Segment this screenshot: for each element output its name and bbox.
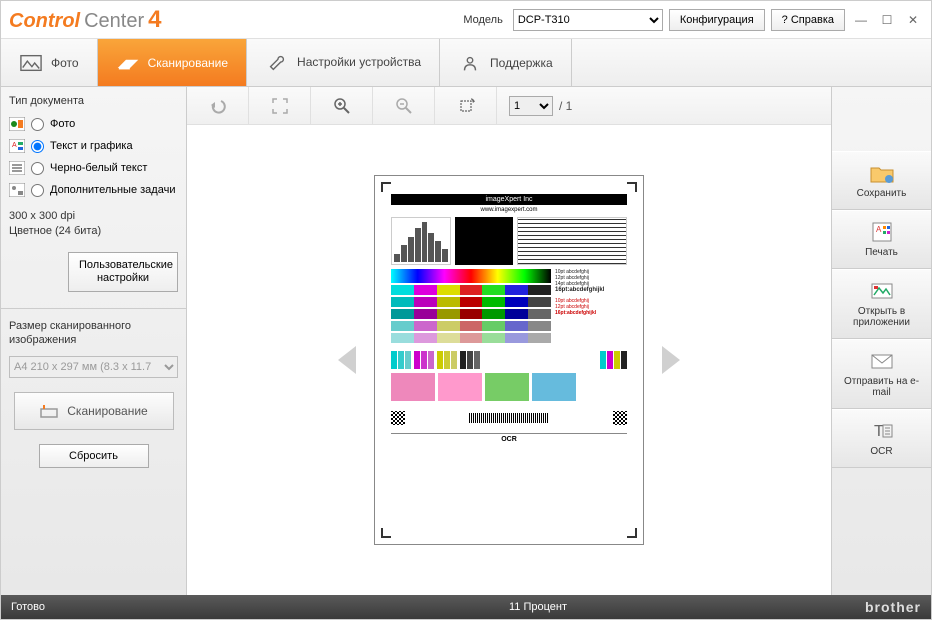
- line-pattern: [517, 217, 627, 265]
- scanned-page[interactable]: imageXpert Inc www.imagexpert.com: [374, 175, 644, 545]
- page-control: 1 / 1: [497, 96, 584, 116]
- email-button[interactable]: Отправить на e-mail: [832, 339, 931, 409]
- text-graphics-icon: A: [9, 139, 25, 153]
- preview-toolbar: 1 / 1: [187, 87, 831, 125]
- tab-photo[interactable]: Фото: [1, 39, 98, 86]
- crop-corner-tl[interactable]: [381, 182, 391, 192]
- close-button[interactable]: ✕: [903, 11, 923, 29]
- reset-button[interactable]: Сбросить: [39, 444, 149, 468]
- print-button[interactable]: A Печать: [832, 210, 931, 269]
- text-sample-column: 10pt abcdefghij12pt abcdefghij14pt abcde…: [555, 269, 627, 347]
- svg-text:A: A: [12, 142, 17, 149]
- main-tabs: Фото Сканирование Настройки устройства П…: [1, 39, 931, 87]
- scan-size-title: Размер сканированного изображения: [9, 317, 178, 352]
- radio-bw-text[interactable]: Черно-белый текст: [9, 159, 178, 177]
- custom-icon: [9, 183, 25, 197]
- tab-device-settings[interactable]: Настройки устройства: [247, 39, 440, 86]
- scan-settings-info: 300 x 300 dpi Цветное (24 бита): [9, 209, 178, 240]
- print-icon: A: [869, 221, 895, 243]
- save-button[interactable]: Сохранить: [832, 151, 931, 210]
- bw-text-icon: [9, 161, 25, 175]
- scan-size-select[interactable]: A4 210 x 297 мм (8.3 x 11.7: [9, 356, 178, 378]
- model-select[interactable]: DCP-T310: [513, 9, 663, 31]
- model-label: Модель: [463, 14, 502, 26]
- envelope-icon: [869, 350, 895, 372]
- doc-type-title: Тип документа: [9, 93, 178, 111]
- color-patches: [391, 373, 627, 401]
- help-button[interactable]: ? Справка: [771, 9, 845, 31]
- tab-scan[interactable]: Сканирование: [98, 39, 247, 86]
- logo-control: Control: [9, 10, 80, 33]
- main-area: Тип документа Фото A Текст и графика Чер…: [1, 87, 931, 595]
- logo-center: Center: [84, 10, 144, 33]
- black-square: [455, 217, 513, 265]
- folder-icon: [869, 162, 895, 184]
- photo-icon: [19, 53, 43, 73]
- rotate-button[interactable]: [435, 87, 497, 124]
- scan-button[interactable]: Сканирование: [14, 392, 174, 430]
- page-total: / 1: [559, 99, 572, 113]
- app-logo: Control Center 4: [9, 6, 161, 34]
- maximize-button[interactable]: ☐: [877, 11, 897, 29]
- app-icon: [869, 280, 895, 302]
- radio-text-graphics[interactable]: A Текст и графика: [9, 137, 178, 155]
- status-progress: 11 Процент: [211, 601, 865, 613]
- tab-support[interactable]: Поддержка: [440, 39, 572, 86]
- photo-type-icon: [9, 117, 25, 131]
- radio-photo[interactable]: Фото: [9, 115, 178, 133]
- status-ready: Готово: [11, 601, 211, 613]
- crop-corner-br[interactable]: [627, 528, 637, 538]
- barcode: [469, 413, 549, 423]
- svg-text:A: A: [876, 225, 882, 234]
- qr-left: [391, 411, 405, 425]
- status-bar: Готово 11 Процент brother: [1, 595, 931, 619]
- radio-extra[interactable]: Дополнительные задачи: [9, 181, 178, 199]
- minimize-button[interactable]: —: [851, 11, 871, 29]
- undo-button[interactable]: [187, 87, 249, 124]
- logo-number: 4: [148, 6, 161, 34]
- test-chart-brand: imageXpert Inc: [391, 194, 627, 205]
- open-app-button[interactable]: Открыть в приложении: [832, 269, 931, 339]
- right-sidebar: Сохранить A Печать Открыть в приложении …: [831, 87, 931, 595]
- ocr-icon: T: [869, 420, 895, 442]
- scanner-icon: [39, 403, 59, 419]
- zoom-out-button[interactable]: [373, 87, 435, 124]
- tab-photo-label: Фото: [51, 56, 79, 70]
- crop-corner-tr[interactable]: [627, 182, 637, 192]
- next-page-arrow[interactable]: [662, 346, 680, 374]
- tab-support-label: Поддержка: [490, 56, 553, 70]
- crop-corner-bl[interactable]: [381, 528, 391, 538]
- color-ramp: [391, 269, 551, 283]
- page-select[interactable]: 1: [509, 96, 553, 116]
- header: Control Center 4 Модель DCP-T310 Конфигу…: [1, 1, 931, 39]
- qr-right: [613, 411, 627, 425]
- config-button[interactable]: Конфигурация: [669, 9, 765, 31]
- ocr-label: OCR: [391, 433, 627, 443]
- ocr-button[interactable]: T OCR: [832, 409, 931, 468]
- person-icon: [458, 53, 482, 73]
- scan-icon: [116, 53, 140, 73]
- wrench-icon: [265, 53, 289, 73]
- fit-button[interactable]: [249, 87, 311, 124]
- test-chart-url: www.imagexpert.com: [391, 207, 627, 213]
- prev-page-arrow[interactable]: [338, 346, 356, 374]
- histogram-block: [391, 217, 451, 265]
- brand-logo: brother: [865, 599, 921, 615]
- tab-scan-label: Сканирование: [148, 56, 228, 70]
- tab-device-label: Настройки устройства: [297, 56, 421, 69]
- left-sidebar: Тип документа Фото A Текст и графика Чер…: [1, 87, 187, 595]
- center-panel: 1 / 1 imageXpert Inc www.imagexpert.com: [187, 87, 831, 595]
- zoom-in-button[interactable]: [311, 87, 373, 124]
- custom-settings-button[interactable]: Пользовательские настройки: [68, 252, 178, 292]
- preview-area: imageXpert Inc www.imagexpert.com: [187, 125, 831, 595]
- color-bar-chart: [391, 285, 551, 343]
- ink-swatches: [391, 351, 627, 369]
